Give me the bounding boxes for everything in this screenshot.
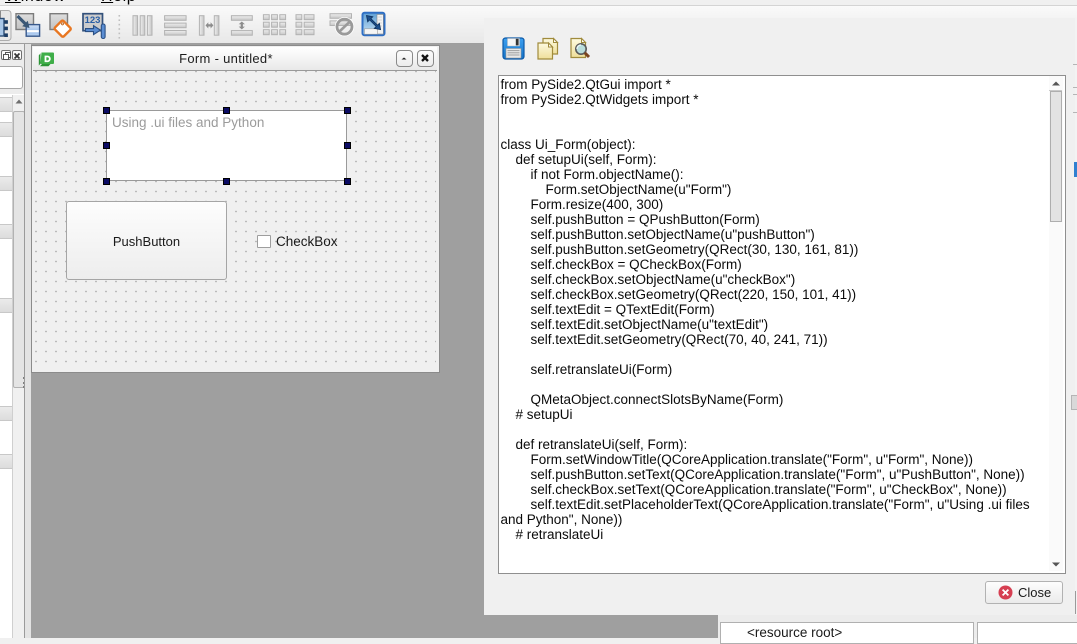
svg-text:123: 123 [85,15,101,26]
